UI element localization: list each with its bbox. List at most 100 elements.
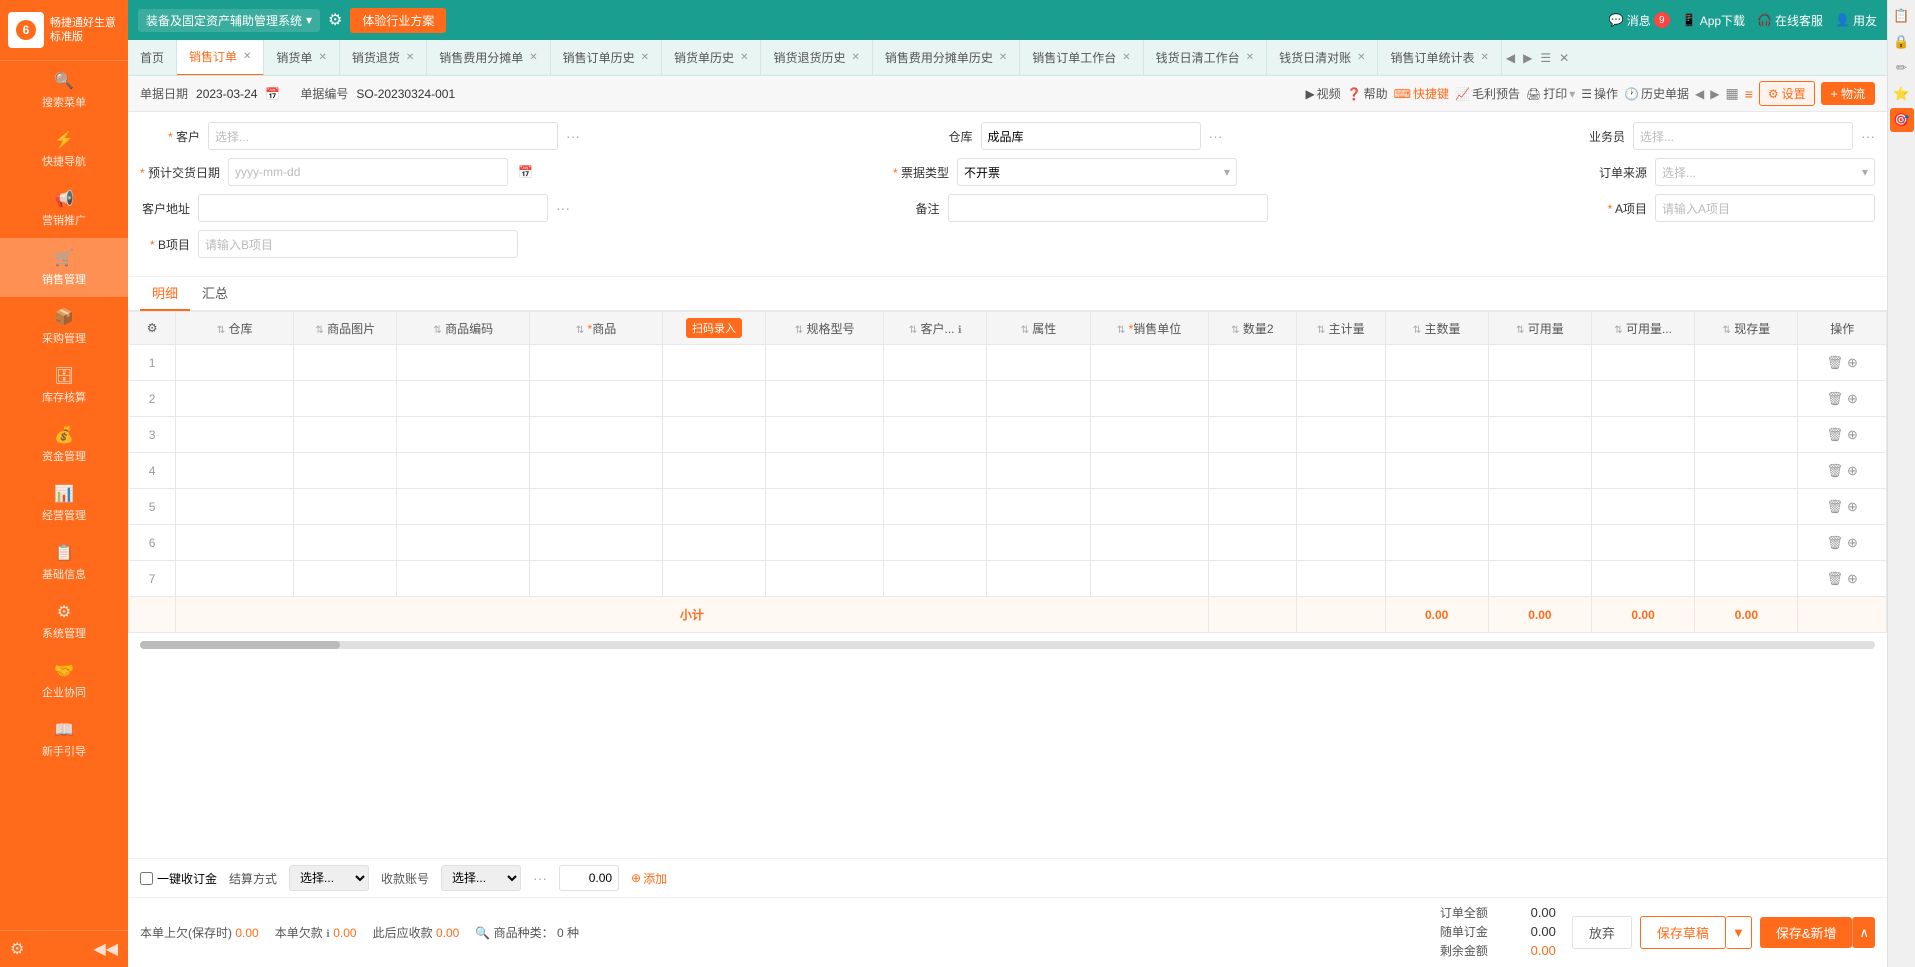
tab-sales-return[interactable]: 销货退货 ✕ — [340, 40, 427, 76]
right-panel-icon-5[interactable]: 🎯 — [1890, 108, 1914, 132]
customer-address-field[interactable] — [198, 194, 548, 222]
salesperson-field[interactable]: 选择... — [1633, 122, 1853, 150]
sidebar-item-search[interactable]: 🔍 搜索菜单 — [0, 61, 128, 120]
help-button[interactable]: ❓ 帮助 — [1347, 85, 1388, 102]
order-source-field[interactable]: 选择... ▾ — [1655, 158, 1875, 186]
row-delete-icon[interactable]: 🗑 — [1827, 499, 1844, 515]
close-tab-daily-reconcile[interactable]: ✕ — [1357, 52, 1365, 63]
tab-detail[interactable]: 明细 — [140, 277, 190, 311]
row-copy-icon[interactable]: ⊕ — [1847, 499, 1858, 515]
tab-nav-menu[interactable]: ☰ — [1536, 51, 1555, 65]
close-tab-sales-invoice[interactable]: ✕ — [318, 52, 326, 63]
discard-button[interactable]: 放弃 — [1572, 916, 1632, 949]
right-panel-icon-2[interactable]: 🔒 — [1890, 30, 1914, 54]
add-payment-button[interactable]: ⊕ 添加 — [631, 870, 667, 887]
tab-summary[interactable]: 汇总 — [190, 277, 240, 311]
sidebar-settings-icon[interactable]: ⚙ — [10, 939, 24, 959]
settings-button[interactable]: ⚙ 设置 — [1759, 81, 1815, 106]
bank-more-icon[interactable]: ··· — [533, 870, 547, 886]
save-draft-dropdown-button[interactable]: ▼ — [1726, 916, 1752, 949]
save-new-dropdown-button[interactable]: ∧ — [1852, 917, 1875, 948]
print-dropdown-icon[interactable]: ▾ — [1569, 87, 1575, 101]
invoice-type-field[interactable]: 不开票 ▾ — [957, 158, 1237, 186]
horizontal-scrollbar[interactable] — [140, 641, 1875, 649]
col-gear[interactable]: ⚙ — [129, 312, 176, 345]
remarks-field[interactable] — [948, 194, 1268, 222]
a-project-field[interactable]: 请输入A项目 — [1655, 194, 1875, 222]
tab-sales-stats[interactable]: 销售订单统计表 ✕ — [1378, 40, 1501, 76]
invoice-dropdown-icon[interactable]: ▾ — [1224, 165, 1230, 179]
close-tab-sales-return[interactable]: ✕ — [406, 52, 414, 63]
search-product-icon[interactable]: 🔍 — [475, 926, 490, 940]
right-panel-icon-4[interactable]: ⭐ — [1890, 82, 1914, 106]
close-tab-daily-workbench[interactable]: ✕ — [1246, 52, 1254, 63]
grid-view-icon[interactable]: ▦ — [1725, 85, 1738, 102]
row-copy-icon[interactable]: ⊕ — [1847, 535, 1858, 551]
tab-home[interactable]: 首页 — [128, 40, 177, 76]
sidebar-item-quicknav[interactable]: ⚡ 快捷导航 — [0, 120, 128, 179]
close-tab-sales-order[interactable]: ✕ — [243, 51, 251, 62]
row-copy-icon[interactable]: ⊕ — [1847, 355, 1858, 371]
history-doc-button[interactable]: 🕐 历史单据 — [1624, 85, 1689, 102]
table-scrollbar-area[interactable] — [128, 633, 1887, 657]
salesperson-more-icon[interactable]: ··· — [1861, 128, 1875, 144]
col-scan[interactable]: 扫码录入 — [662, 312, 765, 345]
quick-settle-input[interactable] — [140, 872, 153, 885]
quick-settle-checkbox[interactable]: 一键收订金 — [140, 870, 217, 887]
operations-button[interactable]: ☰ 操作 — [1581, 85, 1618, 102]
delivery-calendar-icon[interactable]: 📅 — [518, 165, 533, 179]
order-source-dropdown-icon[interactable]: ▾ — [1862, 165, 1868, 179]
customer-field[interactable]: 选择... — [208, 122, 558, 150]
amount-input[interactable] — [559, 865, 619, 891]
row-delete-icon[interactable]: 🗑 — [1827, 463, 1844, 479]
message-button[interactable]: 💬 消息 9 — [1609, 12, 1670, 29]
sidebar-item-purchase[interactable]: 📦 采购管理 — [0, 297, 128, 356]
address-more-icon[interactable]: ··· — [556, 200, 570, 216]
tab-return-history[interactable]: 销货退货历史 ✕ — [761, 40, 872, 76]
tab-close-all[interactable]: ✕ — [1555, 51, 1573, 65]
close-tab-sales-expense[interactable]: ✕ — [529, 52, 537, 63]
row-delete-icon[interactable]: 🗑 — [1827, 535, 1844, 551]
nav-prev-icon[interactable]: ◀ — [1695, 87, 1704, 101]
tab-nav-left[interactable]: ◀ — [1502, 51, 1519, 65]
scan-enter-button[interactable]: 扫码录入 — [686, 318, 742, 338]
calendar-icon[interactable]: 📅 — [265, 87, 280, 101]
gear-settings-icon[interactable]: ⚙ — [328, 10, 342, 30]
row-copy-icon[interactable]: ⊕ — [1847, 427, 1858, 443]
chevron-down-icon[interactable]: ▾ — [306, 13, 312, 27]
save-new-button[interactable]: 保存&新增 — [1760, 917, 1853, 948]
close-tab-return-history[interactable]: ✕ — [851, 52, 859, 63]
right-panel-icon-3[interactable]: ✏ — [1890, 56, 1914, 80]
shortcut-button[interactable]: ⌨ 快捷键 — [1394, 85, 1449, 102]
sidebar-item-operations[interactable]: 📊 经营管理 — [0, 474, 128, 533]
b-project-field[interactable]: 请输入B项目 — [198, 230, 518, 258]
sidebar-item-collab[interactable]: 🤝 企业协同 — [0, 651, 128, 710]
sidebar-item-inventory[interactable]: 🗄 库存核算 — [0, 356, 128, 415]
row-copy-icon[interactable]: ⊕ — [1847, 571, 1858, 587]
tab-daily-workbench[interactable]: 钱货日清工作台 ✕ — [1144, 40, 1267, 76]
view-video-button[interactable]: ▶ 视频 — [1305, 85, 1340, 102]
warehouse-field[interactable]: 成品库 — [981, 122, 1201, 150]
sidebar-collapse-icon[interactable]: ◀◀ — [93, 939, 118, 959]
sidebar-item-finance[interactable]: 💰 资金管理 — [0, 415, 128, 474]
app-download-button[interactable]: 📱 App下载 — [1682, 12, 1745, 29]
sidebar-item-guide[interactable]: 📖 新手引导 — [0, 710, 128, 769]
nav-next-icon[interactable]: ▶ — [1710, 87, 1719, 101]
sidebar-item-marketing[interactable]: 📢 营销推广 — [0, 179, 128, 238]
industry-solution-button[interactable]: 体验行业方案 — [350, 8, 446, 33]
close-tab-sales-stats[interactable]: ✕ — [1481, 52, 1489, 63]
row-copy-icon[interactable]: ⊕ — [1847, 391, 1858, 407]
tab-order-workbench[interactable]: 销售订单工作台 ✕ — [1020, 40, 1143, 76]
tab-expense-history[interactable]: 销售费用分摊单历史 ✕ — [873, 40, 1020, 76]
row-delete-icon[interactable]: 🗑 — [1827, 427, 1844, 443]
close-tab-order-workbench[interactable]: ✕ — [1122, 52, 1130, 63]
warehouse-more-icon[interactable]: ··· — [1209, 128, 1223, 144]
close-tab-sales-order-history[interactable]: ✕ — [641, 52, 649, 63]
tab-sales-order[interactable]: 销售订单 ✕ — [177, 40, 264, 76]
tab-daily-reconcile[interactable]: 钱货日清对账 ✕ — [1267, 40, 1378, 76]
tab-invoice-history[interactable]: 销货单历史 ✕ — [662, 40, 761, 76]
list-view-icon[interactable]: ≡ — [1745, 86, 1753, 102]
settle-method-select[interactable]: 选择... — [289, 865, 369, 891]
row-copy-icon[interactable]: ⊕ — [1847, 463, 1858, 479]
add-logistics-button[interactable]: + 物流 — [1821, 82, 1875, 105]
